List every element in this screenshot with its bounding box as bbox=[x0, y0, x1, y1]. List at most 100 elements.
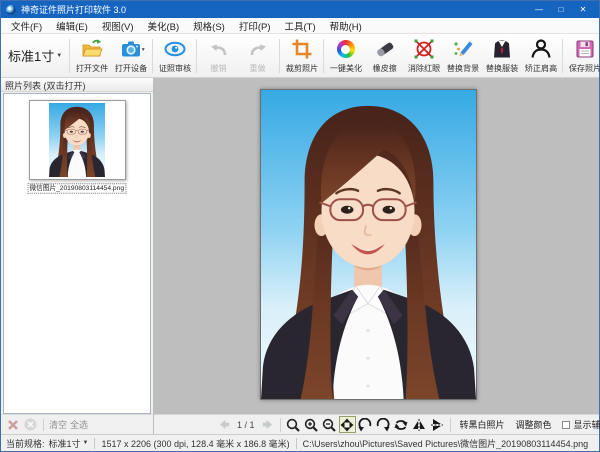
toolbar-separator bbox=[562, 38, 564, 73]
app-icon bbox=[6, 4, 16, 15]
eraser-label: 橡皮擦 bbox=[372, 62, 397, 73]
menu-file[interactable]: 文件(F) bbox=[4, 18, 49, 34]
id-photo-preview[interactable] bbox=[260, 89, 477, 400]
photo-list-panel: 照片列表 (双击打开) 微信图片_20190803114454.png 清空 全… bbox=[1, 78, 154, 434]
menu-print[interactable]: 打印(P) bbox=[232, 18, 278, 34]
main-toolbar: 标准1寸 ▼ 打开文件 ▼ 打开设备 证照审核 撤销 重做 裁剪照片 一键美化 … bbox=[1, 34, 600, 78]
folder-open-icon bbox=[81, 38, 103, 61]
menu-edit[interactable]: 编辑(E) bbox=[49, 18, 95, 34]
right-pane: 1 / 1 转黑白照片 调整颜色 显示辅 bbox=[154, 78, 600, 434]
eraser-button[interactable]: 橡皮擦 bbox=[365, 38, 404, 74]
show-guides-checkbox[interactable] bbox=[561, 420, 570, 429]
photo-list-header: 照片列表 (双击打开) bbox=[1, 78, 153, 92]
spec-preset-label: 标准1寸 bbox=[8, 49, 55, 64]
redo-icon bbox=[248, 38, 268, 61]
select-all-button[interactable]: 全选 bbox=[70, 418, 88, 431]
camera-icon: ▼ bbox=[120, 38, 146, 61]
replace-clothes-button[interactable]: 替换服装 bbox=[482, 38, 521, 74]
viewer-toolbar: 1 / 1 转黑白照片 调整颜色 显示辅 bbox=[154, 414, 600, 434]
close-icon[interactable]: ✕ bbox=[572, 1, 594, 18]
flip-horizontal-icon[interactable] bbox=[411, 416, 428, 433]
status-bar: 当前规格: 标准1寸 ▼ 1517 x 2206 (300 dpi, 128.4… bbox=[1, 434, 599, 451]
rotate-right-icon[interactable] bbox=[375, 416, 392, 433]
open-file-label: 打开文件 bbox=[75, 62, 108, 73]
beautify-button[interactable]: 一键美化 bbox=[326, 38, 365, 74]
toolbar-separator bbox=[196, 38, 198, 73]
menu-beautify[interactable]: 美化(B) bbox=[140, 18, 186, 34]
shoulder-correct-icon bbox=[530, 38, 552, 61]
toolbar-separator bbox=[323, 38, 325, 73]
separator bbox=[94, 437, 96, 449]
show-guides-label: 显示辅助线 bbox=[573, 420, 600, 430]
photo-canvas[interactable] bbox=[154, 78, 599, 414]
chevron-down-icon: ▼ bbox=[82, 440, 89, 446]
replace-clothes-icon bbox=[491, 38, 513, 61]
image-dimensions: 1517 x 2206 (300 dpi, 128.4 毫米 x 186.8 毫… bbox=[101, 438, 290, 449]
flip-vertical-icon[interactable] bbox=[429, 416, 446, 433]
minimize-icon[interactable]: — bbox=[528, 1, 550, 18]
current-spec-value[interactable]: 标准1寸 bbox=[49, 437, 81, 450]
menu-spec[interactable]: 规格(S) bbox=[186, 18, 232, 34]
zoom-tool-icon[interactable] bbox=[285, 416, 302, 433]
menu-help[interactable]: 帮助(H) bbox=[323, 18, 369, 34]
page-indicator: 1 / 1 bbox=[237, 419, 255, 430]
crop-icon bbox=[291, 38, 313, 61]
open-device-label: 打开设备 bbox=[114, 62, 147, 73]
save-photo-button[interactable]: 保存照片 bbox=[565, 38, 600, 74]
photo-thumbnail bbox=[49, 103, 105, 177]
replace-clothes-label: 替换服装 bbox=[485, 62, 518, 73]
main-area: 照片列表 (双击打开) 微信图片_20190803114454.png 清空 全… bbox=[1, 78, 600, 434]
photo-list-item[interactable] bbox=[28, 100, 126, 180]
separator bbox=[295, 437, 297, 449]
open-file-button[interactable]: 打开文件 bbox=[72, 38, 111, 74]
crop-photo-button[interactable]: 裁剪照片 bbox=[282, 38, 321, 74]
remove-red-eye-label: 消除红眼 bbox=[407, 62, 440, 73]
replace-background-button[interactable]: 替换背景 bbox=[443, 38, 482, 74]
menu-view[interactable]: 视图(V) bbox=[95, 18, 141, 34]
next-photo-icon bbox=[259, 416, 276, 433]
photo-review-button[interactable]: 证照审核 bbox=[155, 38, 194, 74]
menu-tools[interactable]: 工具(T) bbox=[278, 18, 323, 34]
open-device-button[interactable]: ▼ 打开设备 bbox=[111, 38, 150, 74]
save-floppy-icon bbox=[574, 38, 596, 61]
fit-to-screen-icon[interactable] bbox=[338, 416, 356, 433]
prev-photo-icon bbox=[216, 416, 233, 433]
replace-background-icon bbox=[452, 38, 474, 61]
undo-label: 撤销 bbox=[210, 62, 227, 73]
adjust-color-button[interactable]: 调整颜色 bbox=[511, 418, 557, 431]
chevron-down-icon: ▼ bbox=[56, 52, 63, 59]
convert-bw-button[interactable]: 转黑白照片 bbox=[455, 418, 510, 431]
app-window: 神奇证件照片打印软件 3.0 — □ ✕ 文件(F) 编辑(E) 视图(V) 美… bbox=[0, 0, 600, 452]
file-path: C:\Users\zhou\Pictures\Saved Pictures\微信… bbox=[302, 438, 589, 449]
photo-review-label: 证照审核 bbox=[158, 62, 191, 73]
title-bar: 神奇证件照片打印软件 3.0 — □ ✕ bbox=[1, 1, 599, 18]
window-title: 神奇证件照片打印软件 3.0 bbox=[21, 5, 127, 15]
chevron-down-icon: ▼ bbox=[140, 46, 146, 53]
zoom-in-icon[interactable] bbox=[303, 416, 320, 433]
photo-filename: 微信图片_20190803114454.png bbox=[27, 183, 127, 194]
separator bbox=[279, 417, 281, 432]
undo-icon bbox=[209, 38, 229, 61]
remove-all-icon bbox=[23, 417, 38, 432]
save-photo-label: 保存照片 bbox=[568, 62, 600, 73]
separator bbox=[43, 418, 44, 431]
spec-preset-dropdown[interactable]: 标准1寸 ▼ bbox=[4, 46, 67, 65]
photo-list[interactable]: 微信图片_20190803114454.png bbox=[3, 93, 151, 414]
toolbar-separator bbox=[279, 38, 281, 73]
delete-photo-icon bbox=[5, 417, 20, 432]
zoom-out-icon[interactable] bbox=[321, 416, 338, 433]
clear-list-button[interactable]: 清空 bbox=[49, 418, 67, 431]
replace-background-label: 替换背景 bbox=[446, 62, 479, 73]
photo-list-actions: 清空 全选 bbox=[1, 414, 153, 434]
beautify-label: 一键美化 bbox=[329, 62, 362, 73]
redo-label: 重做 bbox=[249, 62, 266, 73]
remove-red-eye-button[interactable]: 消除红眼 bbox=[404, 38, 443, 74]
rotate-180-icon[interactable] bbox=[393, 416, 410, 433]
rotate-left-icon[interactable] bbox=[357, 416, 374, 433]
shoulder-correct-button[interactable]: 矫正肩高 bbox=[521, 38, 560, 74]
eraser-icon bbox=[374, 38, 396, 61]
shoulder-correct-label: 矫正肩高 bbox=[524, 62, 557, 73]
undo-button: 撤销 bbox=[199, 38, 238, 74]
maximize-icon[interactable]: □ bbox=[550, 1, 572, 18]
current-spec-label: 当前规格: bbox=[6, 438, 45, 449]
